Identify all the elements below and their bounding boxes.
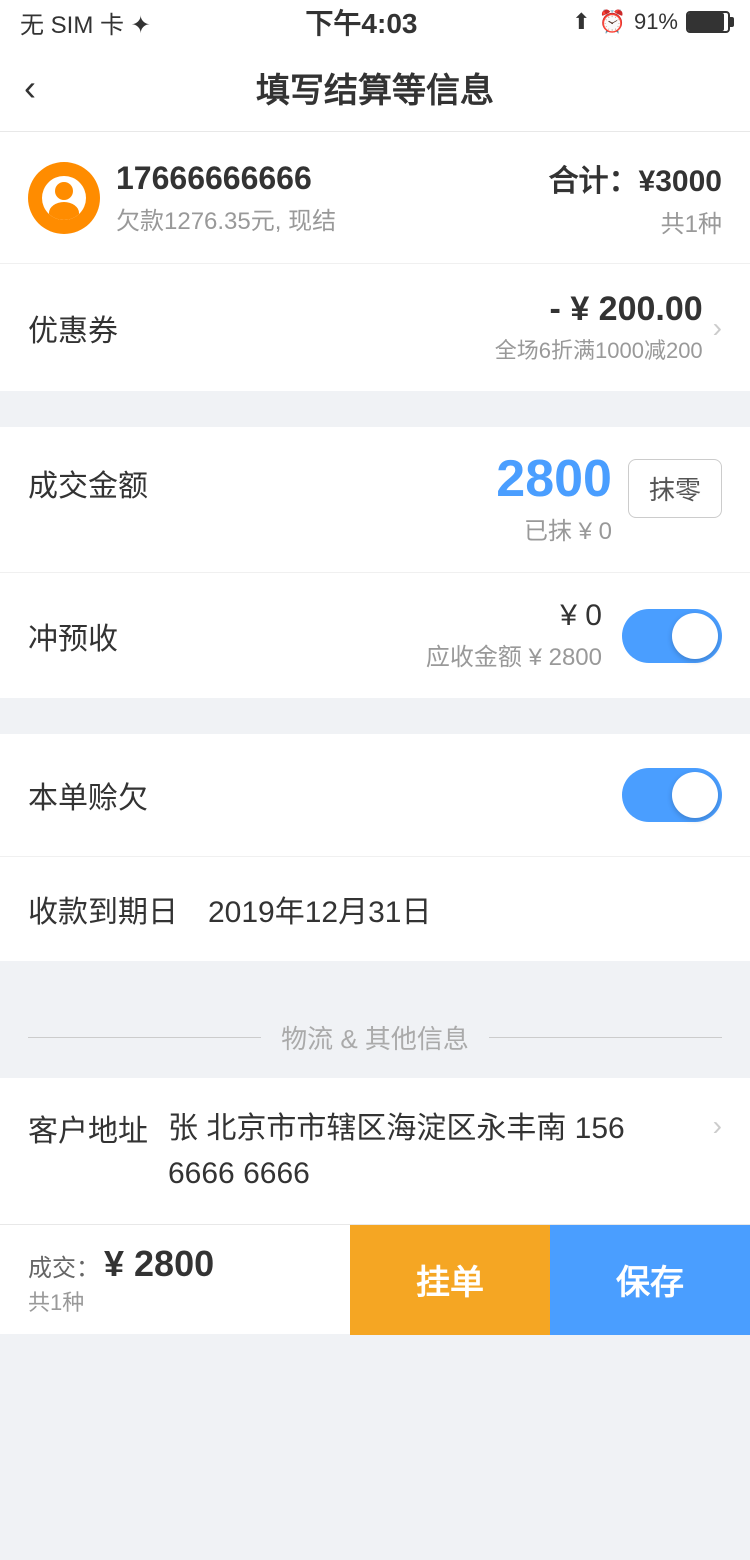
divider-3 xyxy=(0,977,750,997)
bottom-bar: 成交： ¥ 2800 共1种 挂单 保存 xyxy=(0,1224,750,1334)
address-label: 客户地址 xyxy=(28,1106,148,1150)
prepay-sub-value: 应收金额 ¥ 2800 xyxy=(426,637,602,672)
duedate-row: 收款到期日 2019年12月31日 xyxy=(0,857,750,961)
amount-right: 2800 已抹 ¥ 0 抹零 xyxy=(496,453,722,546)
nav-title: 填写结算等信息 xyxy=(256,63,494,112)
writeoff-toggle-knob xyxy=(672,772,718,818)
amount-main-value: 2800 xyxy=(496,453,612,505)
coupon-label: 优惠券 xyxy=(28,306,118,350)
battery-fill xyxy=(688,13,724,31)
coupon-discount: - ¥ 200.00 xyxy=(495,290,703,329)
bottom-summary: 成交： ¥ 2800 共1种 xyxy=(0,1243,350,1317)
back-button[interactable]: ‹ xyxy=(24,67,36,109)
customer-row: 17666666666 欠款1276.35元, 现结 合计：¥3000 共1种 xyxy=(0,132,750,264)
logistics-header: 物流 & 其他信息 xyxy=(0,997,750,1078)
status-right: ⬆ ⏰ 91% xyxy=(572,9,730,35)
amount-row: 成交金额 2800 已抹 ¥ 0 抹零 xyxy=(0,427,750,573)
customer-phone: 17666666666 xyxy=(116,160,336,197)
customer-section: 17666666666 欠款1276.35元, 现结 合计：¥3000 共1种 … xyxy=(0,132,750,391)
prepay-amount-value: ¥ 0 xyxy=(426,599,602,633)
avatar xyxy=(28,162,100,234)
bottom-count: 共1种 xyxy=(28,1285,322,1317)
coupon-row[interactable]: 优惠券 - ¥ 200.00 全场6折满1000减200 › xyxy=(0,264,750,391)
amount-section: 成交金额 2800 已抹 ¥ 0 抹零 冲预收 ¥ 0 应收金额 ¥ 2800 xyxy=(0,427,750,698)
prepay-toggle[interactable] xyxy=(622,609,722,663)
duedate-value: 2019年12月31日 xyxy=(208,887,431,931)
bottom-summary-label: 成交： xyxy=(28,1248,100,1283)
customer-right: 合计：¥3000 共1种 xyxy=(549,156,722,239)
amount-label: 成交金额 xyxy=(28,453,148,505)
customer-sub: 欠款1276.35元, 现结 xyxy=(116,201,336,236)
duedate-label: 收款到期日 xyxy=(28,887,178,931)
prepay-row: 冲预收 ¥ 0 应收金额 ¥ 2800 xyxy=(0,573,750,698)
coupon-info: - ¥ 200.00 全场6折满1000减200 xyxy=(495,290,703,365)
writeoff-section: 本单赊欠 收款到期日 2019年12月31日 xyxy=(0,734,750,961)
divider-2 xyxy=(0,714,750,734)
sim-status: 无 SIM 卡 ✦ xyxy=(20,5,151,40)
customer-left: 17666666666 欠款1276.35元, 现结 xyxy=(28,160,336,236)
status-bar: 无 SIM 卡 ✦ 下午4:03 ⬆ ⏰ 91% xyxy=(0,0,750,44)
coupon-desc: 全场6折满1000减200 xyxy=(495,333,703,365)
total-amount: 合计：¥3000 xyxy=(549,156,722,200)
header-line-right xyxy=(489,1037,722,1038)
location-icon: ⬆ xyxy=(572,9,590,35)
avatar-icon xyxy=(42,176,86,220)
prepay-right: ¥ 0 应收金额 ¥ 2800 xyxy=(426,599,722,672)
nav-bar: ‹ 填写结算等信息 xyxy=(0,44,750,132)
alarm-icon: ⏰ xyxy=(599,9,626,35)
writeoff-row: 本单赊欠 xyxy=(0,734,750,857)
writeoff-label: 本单赊欠 xyxy=(28,773,148,817)
divider-1 xyxy=(0,407,750,427)
header-line-left xyxy=(28,1037,261,1038)
hang-button[interactable]: 挂单 xyxy=(350,1225,550,1335)
coupon-chevron-icon: › xyxy=(713,312,722,344)
customer-info: 17666666666 欠款1276.35元, 现结 xyxy=(116,160,336,236)
toggle-knob xyxy=(672,613,718,659)
battery-icon xyxy=(686,11,730,33)
main-content: 17666666666 欠款1276.35元, 现结 合计：¥3000 共1种 … xyxy=(0,132,750,1560)
status-left: 无 SIM 卡 ✦ xyxy=(20,5,151,40)
total-count: 共1种 xyxy=(549,204,722,239)
logistics-header-text: 物流 & 其他信息 xyxy=(281,1019,469,1056)
address-value: 张 北京市市辖区海淀区永丰南 156 6666 6666 xyxy=(168,1106,693,1196)
address-chevron-icon: › xyxy=(713,1106,722,1142)
save-button[interactable]: 保存 xyxy=(550,1225,750,1335)
address-section: 客户地址 张 北京市市辖区海淀区永丰南 156 6666 6666 › xyxy=(0,1078,750,1224)
battery-percent: 91% xyxy=(634,9,678,35)
prepay-label: 冲预收 xyxy=(28,614,118,658)
writeoff-toggle[interactable] xyxy=(622,768,722,822)
amount-value-block: 2800 已抹 ¥ 0 xyxy=(496,453,612,546)
address-row[interactable]: 客户地址 张 北京市市辖区海淀区永丰南 156 6666 6666 › xyxy=(0,1078,750,1224)
status-time: 下午4:03 xyxy=(305,2,417,42)
amount-sub-value: 已抹 ¥ 0 xyxy=(496,511,612,546)
bottom-amount: ¥ 2800 xyxy=(104,1243,214,1285)
coupon-right: - ¥ 200.00 全场6折满1000减200 › xyxy=(495,290,722,365)
round-button[interactable]: 抹零 xyxy=(628,459,722,518)
prepay-info: ¥ 0 应收金额 ¥ 2800 xyxy=(426,599,602,672)
